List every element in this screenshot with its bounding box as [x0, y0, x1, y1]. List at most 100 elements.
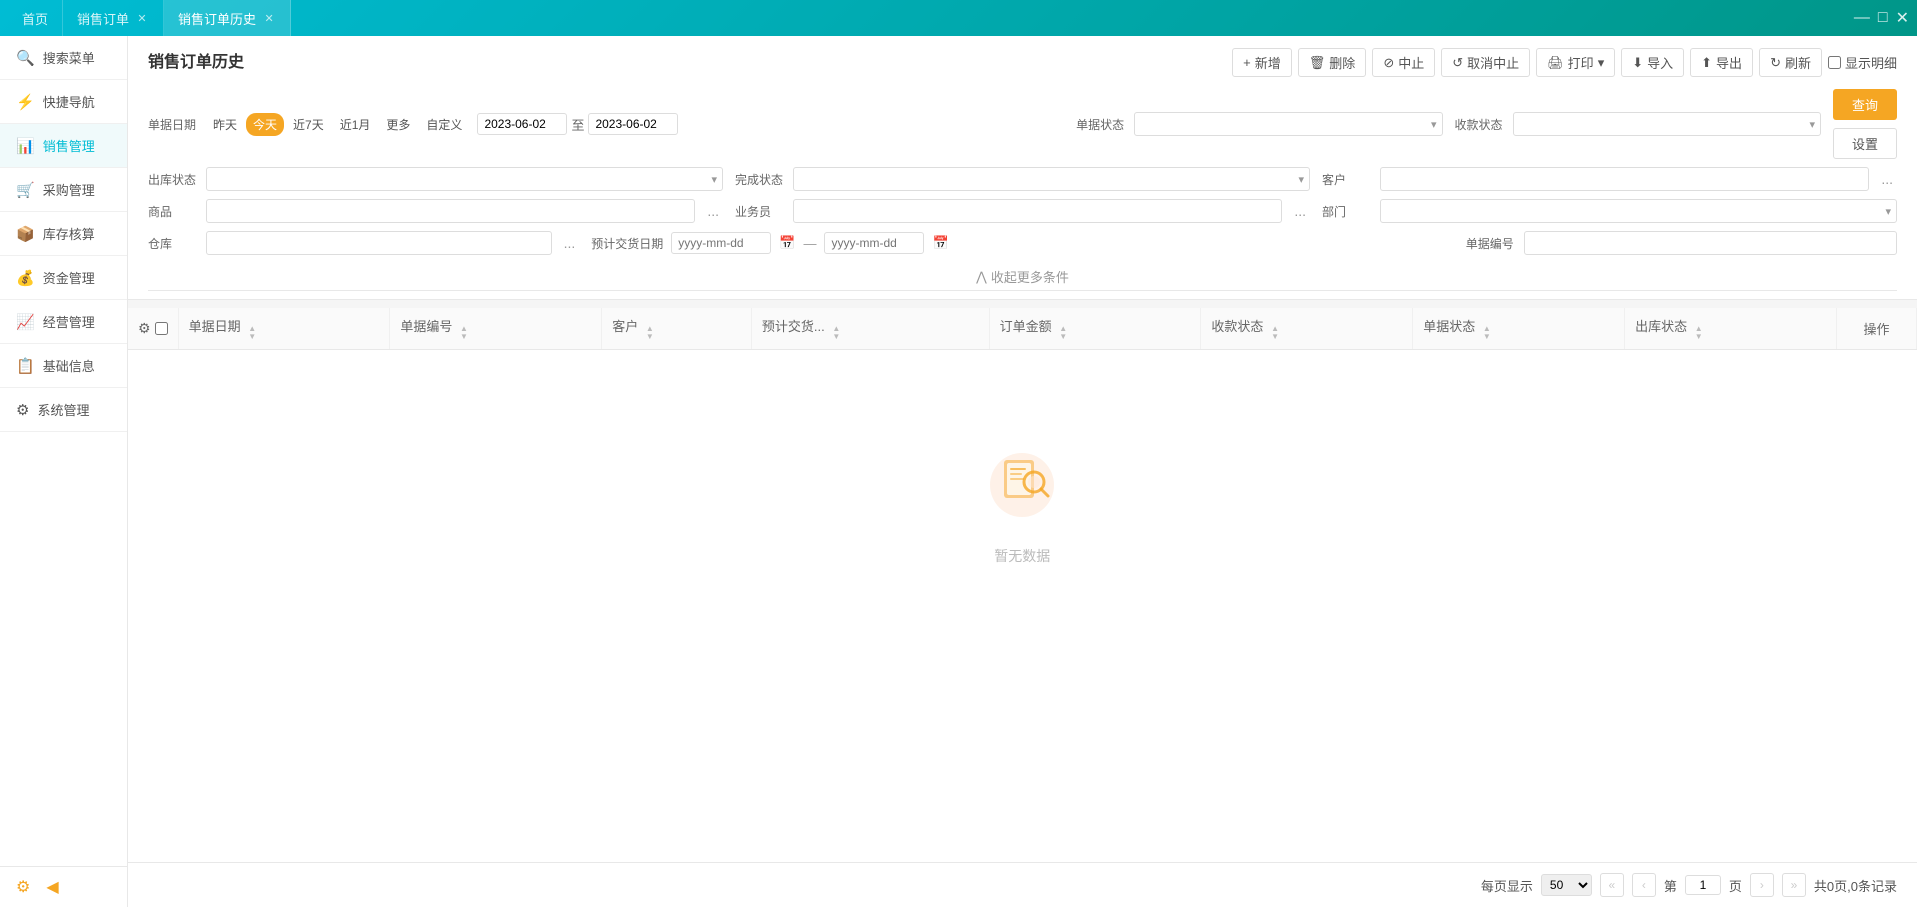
- query-button[interactable]: 查询: [1833, 89, 1897, 120]
- import-button[interactable]: ⬇ 导入: [1621, 48, 1684, 77]
- window-maximize[interactable]: □: [1878, 9, 1888, 27]
- page-number-input[interactable]: [1685, 875, 1721, 895]
- warehouse-group: 仓库 ...: [148, 231, 579, 255]
- first-page-button[interactable]: «: [1600, 873, 1624, 897]
- date-from-input[interactable]: [477, 113, 567, 135]
- sidebar-item-sales[interactable]: 📊 销售管理: [0, 124, 127, 168]
- filter-row-3: 商品 ... 业务员 ... 部门: [148, 199, 1897, 223]
- sort-icon-delivery[interactable]: ▲▼: [832, 325, 840, 341]
- display-toggle-checkbox[interactable]: [1828, 56, 1841, 69]
- sort-icon-bill-number[interactable]: ▲▼: [460, 325, 468, 341]
- window-close[interactable]: ✕: [1896, 8, 1909, 28]
- new-button[interactable]: + 新增: [1232, 48, 1292, 77]
- delivery-date-to-input[interactable]: [824, 232, 924, 254]
- date-to-input[interactable]: [588, 113, 678, 135]
- sort-icon-bill-status[interactable]: ▲▼: [1483, 325, 1491, 341]
- th-operation: 操作: [1837, 308, 1917, 350]
- th-delivery-date: 预计交货... ▲▼: [751, 308, 989, 350]
- customer-ellipsis-btn[interactable]: ...: [1877, 171, 1897, 187]
- prev-page-button[interactable]: ‹: [1632, 873, 1656, 897]
- export-button[interactable]: ⬆ 导出: [1690, 48, 1753, 77]
- product-group: 商品 ...: [148, 199, 723, 223]
- sidebar-item-finance[interactable]: 💰 资金管理: [0, 256, 127, 300]
- date-tab-custom[interactable]: 自定义: [419, 113, 469, 136]
- page-header: 销售订单历史 + 新增 🗑 删除 ⊘ 中止 ↺: [128, 36, 1917, 300]
- filter-settings-button[interactable]: 设置: [1833, 128, 1897, 159]
- refresh-icon: ↻: [1770, 55, 1781, 71]
- quicknav-icon: ⚡: [16, 93, 35, 111]
- salesperson-ellipsis-btn[interactable]: ...: [1290, 203, 1310, 219]
- print-button[interactable]: 🖨 打印 ▾: [1536, 48, 1615, 77]
- date-tab-yesterday[interactable]: 昨天: [206, 113, 244, 136]
- date-tab-more[interactable]: 更多: [379, 113, 417, 136]
- product-input[interactable]: [206, 199, 695, 223]
- department-select-wrapper: ▾: [1380, 199, 1897, 223]
- tab-sales-order[interactable]: 销售订单 ✕: [63, 0, 164, 36]
- sidebar-item-system[interactable]: ⚙ 系统管理: [0, 388, 127, 432]
- th-customer: 客户 ▲▼: [602, 308, 752, 350]
- sort-icon-amount[interactable]: ▲▼: [1059, 325, 1067, 341]
- sidebar-settings-icon[interactable]: ⚙: [16, 877, 30, 897]
- date-tab-7days[interactable]: 近7天: [286, 113, 331, 136]
- completion-status-select[interactable]: [793, 167, 1310, 191]
- calendar-from-icon[interactable]: 📅: [779, 235, 795, 251]
- sort-icon-payment[interactable]: ▲▼: [1271, 325, 1279, 341]
- sidebar-item-inventory[interactable]: 📦 库存核算: [0, 212, 127, 256]
- department-select[interactable]: [1380, 199, 1897, 223]
- last-page-button[interactable]: »: [1782, 873, 1806, 897]
- payment-status-group: 收款状态 ▾: [1455, 112, 1821, 136]
- product-ellipsis-btn[interactable]: ...: [703, 203, 723, 219]
- salesperson-input[interactable]: [793, 199, 1282, 223]
- settings-column-icon[interactable]: ⚙: [138, 320, 151, 337]
- sidebar-item-purchase[interactable]: 🛒 采购管理: [0, 168, 127, 212]
- delete-button[interactable]: 🗑 删除: [1298, 48, 1367, 77]
- cancel-stop-button[interactable]: ↺ 取消中止: [1441, 48, 1530, 77]
- salesperson-group: 业务员 ...: [735, 199, 1310, 223]
- sort-icon-customer[interactable]: ▲▼: [646, 325, 654, 341]
- stop-button[interactable]: ⊘ 中止: [1372, 48, 1435, 77]
- inventory-icon: 📦: [16, 225, 35, 243]
- payment-status-select[interactable]: [1513, 112, 1821, 136]
- tab-sales-order-history-close[interactable]: ✕: [262, 11, 276, 25]
- delivery-status-select[interactable]: [206, 167, 723, 191]
- table-header-row: ⚙ 单据日期 ▲▼ 单据编号 ▲▼ 客户: [128, 308, 1917, 350]
- empty-state: 暂无数据: [128, 350, 1917, 646]
- collapse-bar[interactable]: ⋀ 收起更多条件: [148, 263, 1897, 290]
- tab-sales-order-history[interactable]: 销售订单历史 ✕: [164, 0, 291, 36]
- customer-input[interactable]: [1380, 167, 1869, 191]
- search-icon: 🔍: [16, 49, 35, 67]
- calendar-to-icon[interactable]: 📅: [932, 235, 948, 251]
- sidebar-bottom: ⚙ ◀: [0, 866, 127, 907]
- top-bar: 首页 销售订单 ✕ 销售订单历史 ✕ — □ ✕: [0, 0, 1917, 36]
- total-records-text: 共0页,0条记录: [1814, 876, 1897, 895]
- delivery-date-from-input[interactable]: [671, 232, 771, 254]
- bill-status-group: 单据状态 ▾: [1076, 112, 1442, 136]
- bill-number-input[interactable]: [1524, 231, 1897, 255]
- select-all-checkbox[interactable]: [155, 322, 168, 335]
- page-size-select[interactable]: 20 50 100 200: [1541, 874, 1592, 896]
- date-tab-today[interactable]: 今天: [246, 113, 284, 136]
- data-table: ⚙ 单据日期 ▲▼ 单据编号 ▲▼ 客户: [128, 308, 1917, 646]
- tab-sales-order-close[interactable]: ✕: [135, 11, 149, 25]
- sidebar-item-operations[interactable]: 📈 经营管理: [0, 300, 127, 344]
- sidebar-item-basics[interactable]: 📋 基础信息: [0, 344, 127, 388]
- bill-status-select[interactable]: [1134, 112, 1442, 136]
- window-minimize[interactable]: —: [1854, 9, 1870, 27]
- refresh-button[interactable]: ↻ 刷新: [1759, 48, 1822, 77]
- th-bill-date: 单据日期 ▲▼: [178, 308, 390, 350]
- completion-status-select-wrapper: ▾: [793, 167, 1310, 191]
- sort-icon-delivery-status[interactable]: ▲▼: [1695, 325, 1703, 341]
- main-layout: 🔍 搜索菜单 ⚡ 快捷导航 📊 销售管理 🛒 采购管理 📦 库存核算 💰 资金管…: [0, 36, 1917, 907]
- next-page-button[interactable]: ›: [1750, 873, 1774, 897]
- warehouse-ellipsis-btn[interactable]: ...: [560, 235, 580, 251]
- sidebar-collapse-icon[interactable]: ◀: [46, 877, 58, 897]
- sort-icon-bill-date[interactable]: ▲▼: [248, 325, 256, 341]
- completion-status-group: 完成状态 ▾: [735, 167, 1310, 191]
- tab-home[interactable]: 首页: [8, 0, 63, 36]
- display-toggle[interactable]: 显示明细: [1828, 53, 1897, 72]
- sidebar-item-search[interactable]: 🔍 搜索菜单: [0, 36, 127, 80]
- date-tab-1month[interactable]: 近1月: [333, 113, 378, 136]
- sidebar-item-quicknav[interactable]: ⚡ 快捷导航: [0, 80, 127, 124]
- warehouse-input[interactable]: [206, 231, 552, 255]
- cancel-stop-icon: ↺: [1452, 55, 1463, 71]
